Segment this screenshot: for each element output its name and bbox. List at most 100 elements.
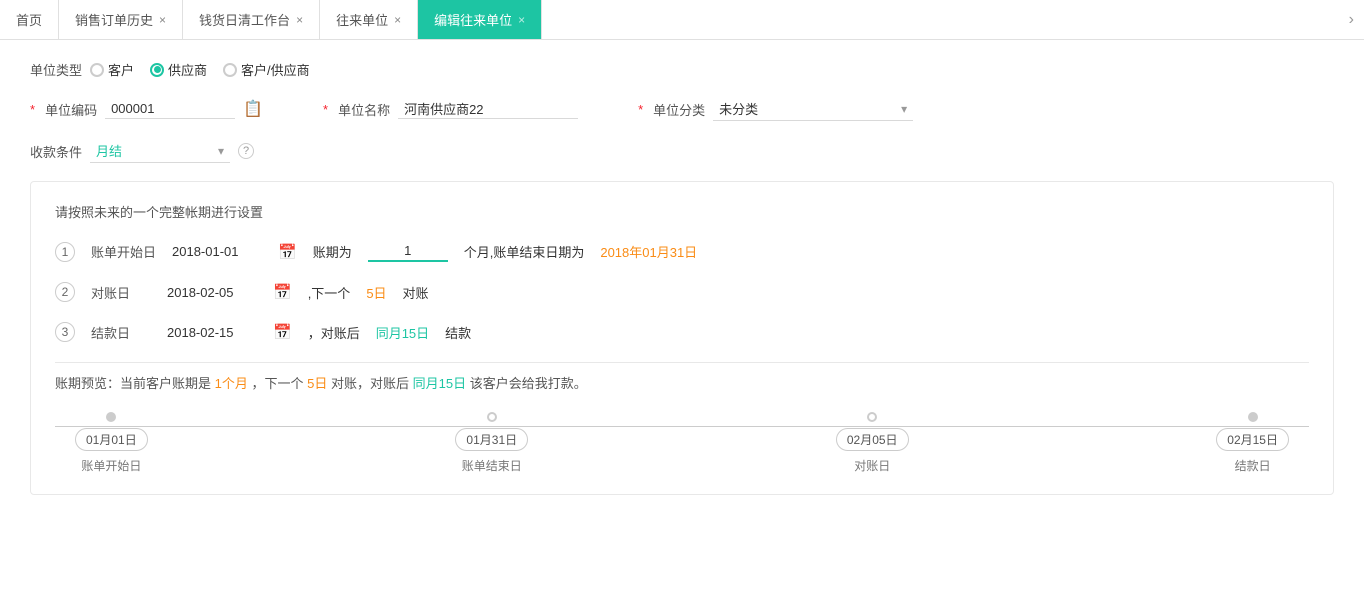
period-label-1: 账单开始日 [91,242,156,261]
period-index-3: 3 [55,322,75,342]
tab-cash-workbench-close[interactable]: × [296,13,303,27]
preview-suffix: 该客户会给我打款。 [470,376,587,391]
period-date-2: 2018-02-05 [167,285,257,300]
radio-both-circle [223,63,237,77]
payment-condition-field: 收款条件 月结 ▾ ? [30,139,254,163]
radio-both-label: 客户/供应商 [241,60,310,79]
unit-classify-label: 单位分类 [653,100,705,119]
period-index-2: 2 [55,282,75,302]
unit-name-required: * [323,102,328,117]
timeline-dot-end [1248,412,1258,422]
unit-type-radios: 客户 供应商 客户/供应商 [90,60,310,79]
tab-edit-partner[interactable]: 编辑往来单位 × [418,0,542,39]
card-title: 请按照未来的一个完整帐期进行设置 [55,202,1309,221]
tab-home-label: 首页 [16,10,42,29]
unit-name-field: * 单位名称 [323,99,578,119]
period-index-1: 1 [55,242,75,262]
main-content: 单位类型 客户 供应商 客户/供应商 * 单位编码 [0,40,1364,608]
payment-condition-label: 收款条件 [30,142,82,161]
tab-home[interactable]: 首页 [0,0,59,39]
timeline-badge-3: 02月05日 [836,428,909,451]
period-suffix-after-1: 个月,账单结束日期为 [464,242,585,261]
calendar-icon-1[interactable]: 📅 [278,243,297,261]
period-end-date-1: 2018年01月31日 [600,242,697,261]
period-date-3: 2018-02-15 [167,325,257,340]
unit-code-input[interactable] [105,99,235,119]
radio-customer-circle [90,63,104,77]
timeline-point-3: 02月05日 对账日 [836,412,909,474]
unit-type-label: 单位类型 [30,60,82,79]
tab-cash-workbench-label: 钱货日清工作台 [199,10,290,29]
timeline-label-4: 结款日 [1235,457,1271,474]
tab-partner-units[interactable]: 往来单位 × [320,0,418,39]
timeline-point-end: 02月15日 结款日 [1216,412,1289,474]
tab-partner-units-label: 往来单位 [336,10,388,29]
unit-classify-required: * [638,102,643,117]
period-date-1: 2018-01-01 [172,244,262,259]
preview-part1: 1个月 [215,376,248,391]
period-prefix-3: ，对账后 [308,323,360,342]
preview-label: 账期预览：当前客户账期是 [55,376,211,391]
period-row-1: 1 账单开始日 2018-01-01 📅 账期为 个月,账单结束日期为 2018… [55,241,1309,262]
period-label-3: 结款日 [91,323,151,342]
unit-classify-field: * 单位分类 未分类 ▾ [638,97,913,121]
unit-type-field: 单位类型 客户 供应商 客户/供应商 [30,60,310,79]
period-suffix-before-1: 账期为 [313,242,352,261]
card-divider [55,362,1309,363]
radio-both[interactable]: 客户/供应商 [223,60,310,79]
tab-sales-history-close[interactable]: × [159,13,166,27]
payment-chevron-icon: ▾ [218,144,224,158]
unit-type-row: 单位类型 客户 供应商 客户/供应商 [30,60,1334,79]
timeline-badge-4: 02月15日 [1216,428,1289,451]
payment-condition-row: 收款条件 月结 ▾ ? [30,139,1334,163]
calendar-icon-2[interactable]: 📅 [273,283,292,301]
radio-customer-label: 客户 [108,60,134,79]
radio-customer[interactable]: 客户 [90,60,134,79]
tab-edit-partner-close[interactable]: × [518,13,525,27]
timeline-label-3: 对账日 [854,457,890,474]
period-suffix-2: 对账 [403,283,429,302]
radio-supplier[interactable]: 供应商 [150,60,207,79]
tab-partner-units-close[interactable]: × [394,13,401,27]
payment-condition-select[interactable]: 月结 ▾ [90,139,230,163]
radio-supplier-circle [150,63,164,77]
unit-classify-value: 未分类 [719,99,897,118]
unit-info-row: * 单位编码 📋 * 单位名称 * 单位分类 未分类 ▾ [30,97,1334,121]
preview-part3: 同月15日 [413,376,466,391]
preview-middle2: 对账，对账后 [331,376,409,391]
unit-classify-dropdown[interactable]: 未分类 ▾ [713,97,913,121]
timeline-wrapper: 01月01日 账单开始日 01月31日 账单结束日 02月05日 对账日 02月… [55,412,1309,474]
unit-name-label: 单位名称 [338,100,390,119]
timeline-dot-2 [487,412,497,422]
preview-text: 账期预览：当前客户账期是 1个月 ，下一个 5日 对账，对账后 同月15日 该客… [55,373,1309,392]
timeline-points: 01月01日 账单开始日 01月31日 账单结束日 02月05日 对账日 02月… [75,412,1289,474]
timeline-point-start: 01月01日 账单开始日 [75,412,148,474]
period-setup-card: 请按照未来的一个完整帐期进行设置 1 账单开始日 2018-01-01 📅 账期… [30,181,1334,495]
tab-cash-workbench[interactable]: 钱货日清工作台 × [183,0,320,39]
radio-supplier-label: 供应商 [168,60,207,79]
preview-middle1: ，下一个 [252,376,304,391]
help-icon[interactable]: ? [238,143,254,159]
unit-name-input[interactable] [398,99,578,119]
period-row-2: 2 对账日 2018-02-05 📅 ,下一个 5日 对账 [55,282,1309,302]
unit-code-required: * [30,102,35,117]
payment-condition-value: 月结 [96,141,214,160]
period-prefix-2: ,下一个 [308,283,351,302]
timeline-dot-start [106,412,116,422]
unit-code-label: 单位编码 [45,100,97,119]
tab-bar: 首页 销售订单历史 × 钱货日清工作台 × 往来单位 × 编辑往来单位 × › [0,0,1364,40]
tab-edit-partner-label: 编辑往来单位 [434,10,512,29]
tab-scroll-arrow[interactable]: › [1339,0,1364,39]
timeline-label-2: 账单结束日 [462,457,522,474]
tab-sales-history[interactable]: 销售订单历史 × [59,0,183,39]
calendar-icon-3[interactable]: 📅 [273,323,292,341]
timeline-label-1: 账单开始日 [81,457,141,474]
period-suffix-3: 结款 [445,323,471,342]
timeline-dot-3 [867,412,877,422]
period-months-input[interactable] [368,241,448,262]
tab-sales-history-label: 销售订单历史 [75,10,153,29]
copy-icon[interactable]: 📋 [243,99,263,119]
timeline-badge-1: 01月01日 [75,428,148,451]
period-highlight-3: 同月15日 [376,323,429,342]
period-row-3: 3 结款日 2018-02-15 📅 ，对账后 同月15日 结款 [55,322,1309,342]
